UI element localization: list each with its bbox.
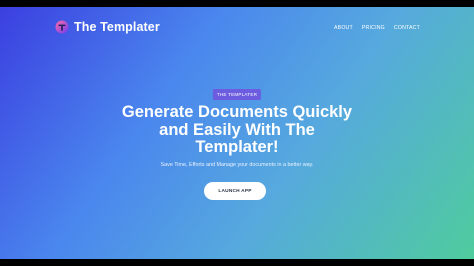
hero-headline: Generate Documents Quickly and Easily Wi… <box>0 103 474 157</box>
top-nav: ABOUT PRICING CONTACT <box>325 25 420 31</box>
hero-subtitle: Save Time, Efforts and Manage your docum… <box>160 162 314 168</box>
nav-link-about[interactable]: ABOUT <box>334 25 353 31</box>
launch-app-button[interactable]: LAUNCH APP <box>204 182 266 200</box>
brand-name: The Templater <box>74 20 160 34</box>
headline-line-3: Templater! <box>195 138 279 156</box>
nav-link-pricing[interactable]: PRICING <box>362 25 385 31</box>
hero-section: The Templater ABOUT PRICING CONTACT THE … <box>0 7 474 259</box>
headline-line-1: Generate Documents Quickly <box>121 103 353 121</box>
t-logo-icon <box>55 20 69 34</box>
headline-line-2: and Easily With The <box>159 120 315 139</box>
nav-link-contact[interactable]: CONTACT <box>394 25 420 31</box>
brand-logo[interactable]: The Templater <box>55 20 160 34</box>
hero-badge: THE TEMPLATER <box>212 89 262 100</box>
